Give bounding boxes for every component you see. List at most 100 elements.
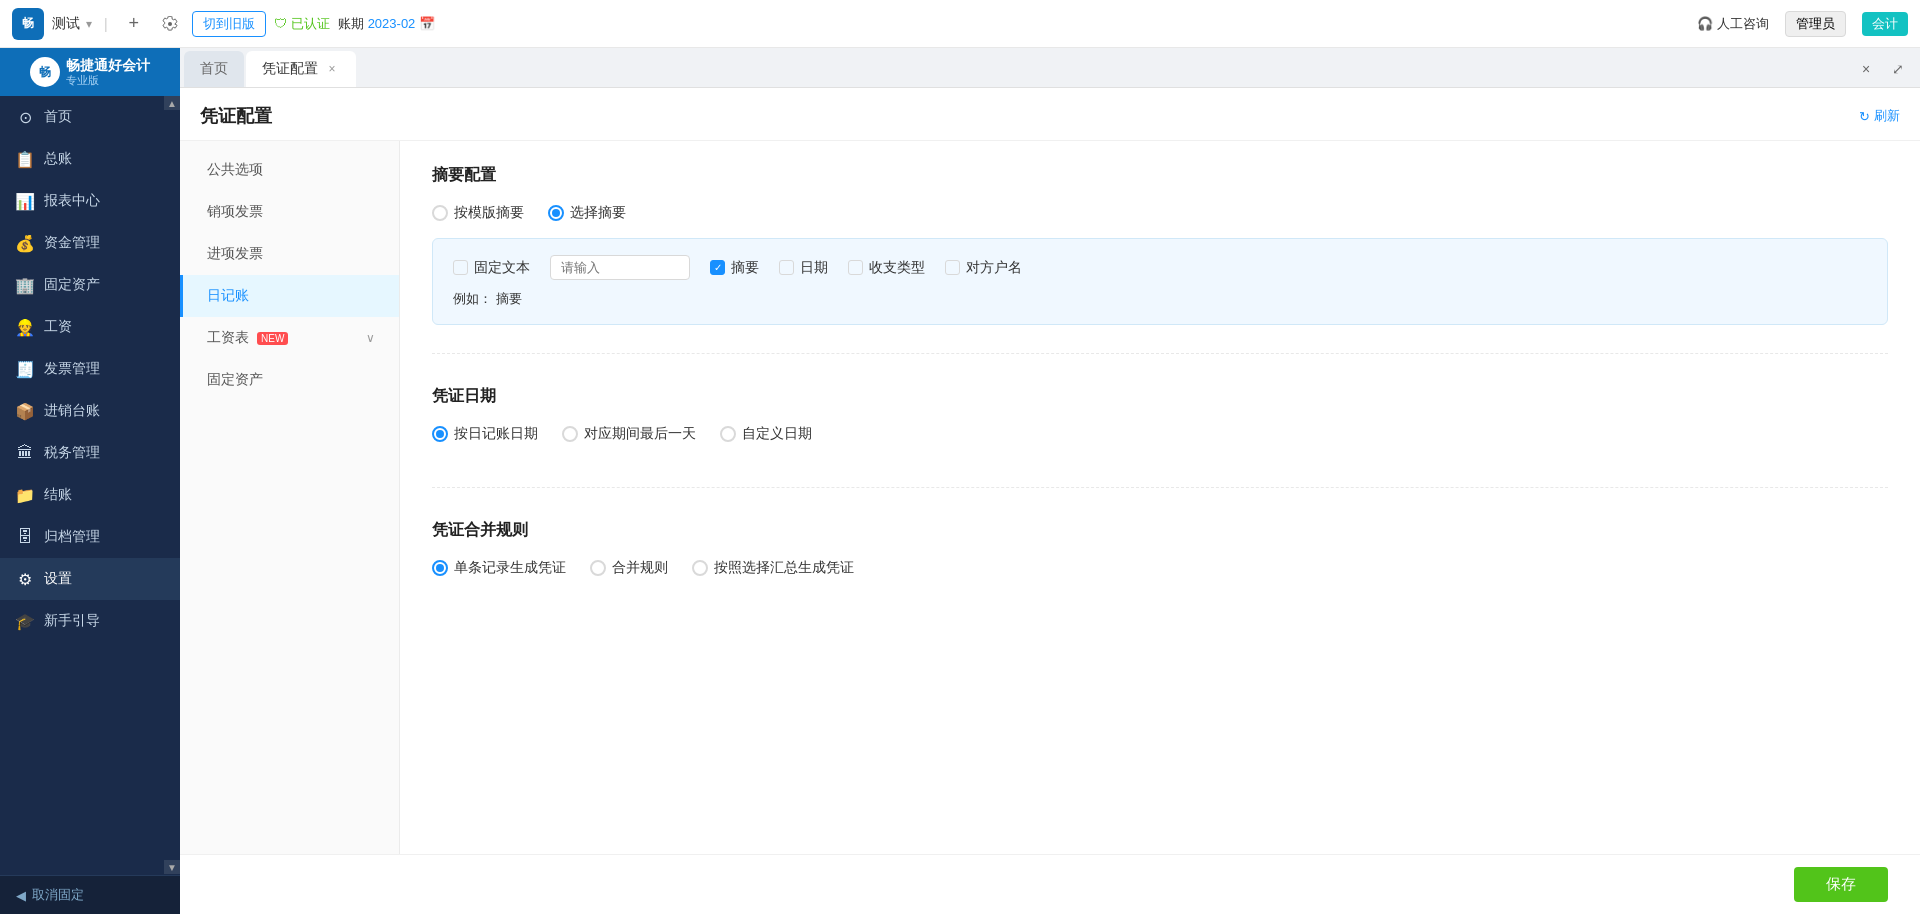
date-checkbox [779, 260, 794, 275]
config-nav-sales-invoice[interactable]: 销项发票 [180, 191, 399, 233]
sidebar-item-label: 归档管理 [44, 528, 100, 546]
purchases-icon: 📦 [16, 402, 34, 420]
sidebar-item-label: 资金管理 [44, 234, 100, 252]
date-section: 凭证日期 按日记账日期 对应期间最后一天 [432, 386, 1888, 488]
period-value: 2023-02 [368, 16, 416, 31]
income-type-checkbox [848, 260, 863, 275]
sidebar-item-label: 工资 [44, 318, 72, 336]
sidebar-item-label: 结账 [44, 486, 72, 504]
config-nav-public[interactable]: 公共选项 [180, 149, 399, 191]
verified-status: 🛡 已认证 [274, 15, 330, 33]
merge-rule-circle [590, 560, 606, 576]
summary-section-title: 摘要配置 [432, 165, 1888, 186]
radio-journal-date[interactable]: 按日记账日期 [432, 425, 538, 443]
app-edition: 专业版 [66, 74, 150, 87]
summary-checkbox-row: 固定文本 摘要 日期 [453, 255, 1867, 280]
capital-icon: 💰 [16, 234, 34, 252]
sidebar-item-assets[interactable]: 🏢 固定资产 [0, 264, 180, 306]
config-nav-journal[interactable]: 日记账 [180, 275, 399, 317]
sidebar-logo-icon: 畅 [30, 57, 60, 87]
sidebar-item-label: 设置 [44, 570, 72, 588]
sidebar-item-settings[interactable]: ⚙ 设置 [0, 558, 180, 600]
checkbox-fixed-text[interactable]: 固定文本 [453, 259, 530, 277]
sidebar-item-guide[interactable]: 🎓 新手引导 [0, 600, 180, 642]
sidebar-logo: 畅 畅捷通好会计 专业版 [0, 48, 180, 96]
sidebar: 畅 畅捷通好会计 专业版 ▲ ⊙ 首页 📋 总账 📊 报表中心 💰 资金管理 [0, 48, 180, 914]
config-nav-payroll-table[interactable]: 工资表 NEW ∨ [180, 317, 399, 359]
save-button[interactable]: 保存 [1794, 867, 1888, 902]
fixed-text-input[interactable] [550, 255, 690, 280]
sidebar-scroll-down[interactable]: ▼ [164, 860, 180, 874]
config-nav-purchase-invoice[interactable]: 进项发票 [180, 233, 399, 275]
radio-template-summary[interactable]: 按模版摘要 [432, 204, 524, 222]
merge-section-title: 凭证合并规则 [432, 520, 1888, 541]
add-tab-button[interactable]: + [120, 10, 148, 38]
sidebar-item-invoice[interactable]: 🧾 发票管理 [0, 348, 180, 390]
sidebar-item-label: 进销台账 [44, 402, 100, 420]
config-nav-fixed-assets[interactable]: 固定资产 [180, 359, 399, 401]
journal-date-circle [432, 426, 448, 442]
by-selection-circle [692, 560, 708, 576]
main-layout: 畅 畅捷通好会计 专业版 ▲ ⊙ 首页 📋 总账 📊 报表中心 💰 资金管理 [0, 48, 1920, 914]
radio-period-last[interactable]: 对应期间最后一天 [562, 425, 696, 443]
example-text: 例如： 摘要 [453, 290, 1867, 308]
tab-close-button[interactable]: × [324, 61, 340, 77]
radio-by-selection[interactable]: 按照选择汇总生成凭证 [692, 559, 854, 577]
sidebar-cancel-fixed[interactable]: ◀ 取消固定 [0, 875, 180, 914]
sidebar-item-capital[interactable]: 💰 资金管理 [0, 222, 180, 264]
config-nav: 公共选项 销项发票 进项发票 日记账 工资表 NEW [180, 141, 400, 854]
radio-single-record[interactable]: 单条记录生成凭证 [432, 559, 566, 577]
pin-icon: ◀ [16, 888, 26, 903]
sidebar-scroll-up[interactable]: ▲ [164, 96, 180, 110]
shield-icon: 🛡 [274, 16, 287, 31]
sidebar-item-ledger[interactable]: 📋 总账 [0, 138, 180, 180]
radio-select-circle [548, 205, 564, 221]
fixed-text-checkbox [453, 260, 468, 275]
switch-old-version-button[interactable]: 切到旧版 [192, 11, 266, 37]
expand-button[interactable]: ⤢ [1884, 55, 1912, 83]
sidebar-item-tax[interactable]: 🏛 税务管理 [0, 432, 180, 474]
tab-bar-actions: × ⤢ [1852, 55, 1920, 87]
accountant-button[interactable]: 会计 [1862, 12, 1908, 36]
new-badge: NEW [257, 332, 288, 345]
app-name: 畅捷通好会计 [66, 57, 150, 74]
sidebar-item-label: 发票管理 [44, 360, 100, 378]
checkbox-summary[interactable]: 摘要 [710, 259, 759, 277]
refresh-icon: ↻ [1859, 109, 1870, 124]
checkbox-date[interactable]: 日期 [779, 259, 828, 277]
period-info: 账期 2023-02 📅 [338, 15, 436, 33]
sidebar-item-label: 固定资产 [44, 276, 100, 294]
assets-icon: 🏢 [16, 276, 34, 294]
consult-button[interactable]: 🎧 人工咨询 [1697, 15, 1769, 33]
company-selector[interactable]: 测试 ▾ [52, 15, 92, 33]
summary-config-box: 固定文本 摘要 日期 [432, 238, 1888, 325]
topbar-right: 🎧 人工咨询 管理员 会计 [1697, 11, 1908, 37]
radio-custom-date[interactable]: 自定义日期 [720, 425, 812, 443]
tab-home[interactable]: 首页 [184, 51, 244, 87]
checkbox-income-type[interactable]: 收支类型 [848, 259, 925, 277]
close-tab-button[interactable]: × [1852, 55, 1880, 83]
sidebar-item-label: 报表中心 [44, 192, 100, 210]
checkbox-counterpart[interactable]: 对方户名 [945, 259, 1022, 277]
radio-select-summary[interactable]: 选择摘要 [548, 204, 626, 222]
sidebar-item-home[interactable]: ⊙ 首页 [0, 96, 180, 138]
summary-checkbox [710, 260, 725, 275]
refresh-button[interactable]: ↻ 刷新 [1859, 107, 1900, 125]
reports-icon: 📊 [16, 192, 34, 210]
radio-template-circle [432, 205, 448, 221]
gear-button[interactable] [156, 10, 184, 38]
sidebar-item-label: 首页 [44, 108, 72, 126]
page-header: 凭证配置 ↻ 刷新 [180, 88, 1920, 141]
sidebar-item-payroll[interactable]: 👷 工资 [0, 306, 180, 348]
calendar-icon[interactable]: 📅 [419, 16, 435, 31]
page-content: 凭证配置 ↻ 刷新 公共选项 销项发票 进项发票 [180, 88, 1920, 914]
sidebar-item-closing[interactable]: 📁 结账 [0, 474, 180, 516]
sidebar-item-purchases[interactable]: 📦 进销台账 [0, 390, 180, 432]
sidebar-item-reports[interactable]: 📊 报表中心 [0, 180, 180, 222]
radio-merge-rule[interactable]: 合并规则 [590, 559, 668, 577]
sidebar-item-archive[interactable]: 🗄 归档管理 [0, 516, 180, 558]
sidebar-nav: ⊙ 首页 📋 总账 📊 报表中心 💰 资金管理 🏢 固定资产 👷 工资 [0, 96, 180, 875]
tab-voucher-config[interactable]: 凭证配置 × [246, 51, 356, 87]
admin-button[interactable]: 管理员 [1785, 11, 1846, 37]
guide-icon: 🎓 [16, 612, 34, 630]
